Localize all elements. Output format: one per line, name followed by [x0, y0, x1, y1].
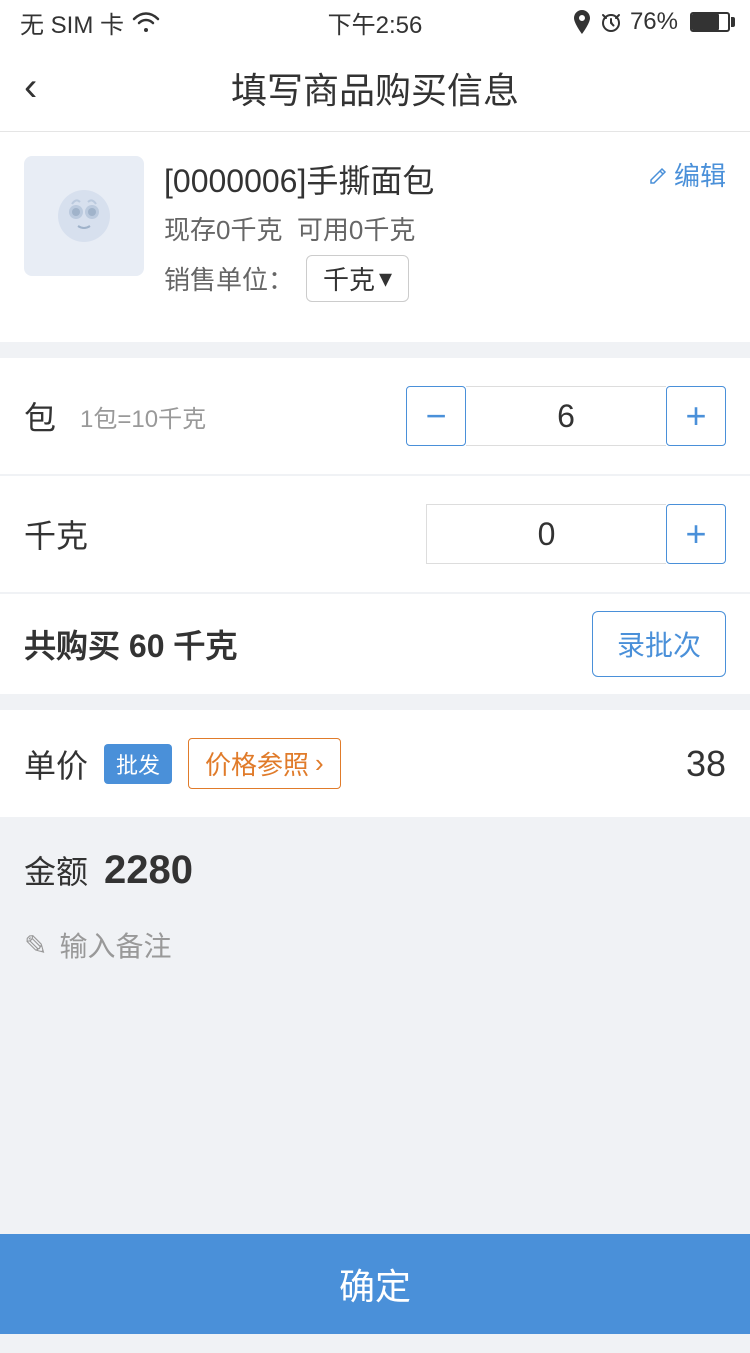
bao-label: 包 [24, 393, 56, 439]
chevron-down-icon: ▾ [379, 263, 392, 294]
summary-text: 共购买 60 千克 [24, 621, 237, 667]
product-name: [0000006]手撕面包 [164, 156, 726, 202]
status-time: 下午2:56 [328, 5, 423, 40]
price-label: 单价 [24, 741, 88, 787]
wifi-icon [132, 12, 160, 32]
product-image [24, 156, 144, 276]
product-logo [54, 186, 114, 246]
location-icon [572, 10, 592, 34]
status-bar-left: 无 SIM 卡 [20, 5, 160, 40]
page-title: 填写商品购买信息 [231, 62, 519, 114]
amount-value: 2280 [104, 848, 193, 893]
edit-button[interactable]: 编辑 [648, 156, 726, 193]
bao-controls: − + [406, 386, 726, 446]
confirm-bar: 确定 [0, 1234, 750, 1334]
batch-button[interactable]: 录批次 [592, 611, 726, 677]
bao-minus-button[interactable]: − [406, 386, 466, 446]
product-info: [0000006]手撕面包 现存0千克 可用0千克 销售单位： 千克 ▾ [164, 156, 726, 302]
price-section: 单价 批发 价格参照 › 38 [0, 710, 750, 817]
product-section: [0000006]手撕面包 现存0千克 可用0千克 销售单位： 千克 ▾ [0, 132, 750, 342]
nav-bar: ‹ 填写商品购买信息 [0, 44, 750, 132]
summary-section: 共购买 60 千克 录批次 [0, 594, 750, 694]
kg-label: 千克 [24, 511, 88, 557]
summary-value: 60 [129, 628, 165, 664]
confirm-button[interactable]: 确定 [0, 1234, 750, 1334]
unit-select[interactable]: 千克 ▾ [306, 255, 409, 302]
price-tag: 批发 [104, 744, 172, 784]
amount-label: 金额 [24, 847, 88, 893]
spacer [0, 993, 750, 1253]
edit-icon [648, 164, 670, 186]
kg-section: 千克 + [0, 476, 750, 592]
price-ref-button[interactable]: 价格参照 › [188, 738, 341, 789]
remark-row[interactable]: ✎ 输入备注 [24, 909, 726, 993]
carrier-text: 无 SIM 卡 [20, 5, 124, 40]
battery-icon [690, 12, 730, 32]
arrow-icon: › [315, 748, 324, 779]
status-bar: 无 SIM 卡 下午2:56 76% [0, 0, 750, 44]
bao-sublabel: 1包=10千克 [80, 399, 206, 434]
remark-placeholder: 输入备注 [59, 925, 171, 965]
bao-input[interactable] [466, 386, 666, 446]
kg-input[interactable] [426, 504, 666, 564]
kg-plus-button[interactable]: + [666, 504, 726, 564]
amount-section: 金额 2280 ✎ 输入备注 [0, 819, 750, 993]
status-bar-right: 76% [572, 8, 730, 36]
product-stock: 现存0千克 可用0千克 [164, 210, 726, 247]
battery-percent: 76% [630, 8, 678, 36]
bao-plus-button[interactable]: + [666, 386, 726, 446]
kg-controls: + [426, 504, 726, 564]
alarm-icon [600, 11, 622, 33]
back-button[interactable]: ‹ [24, 65, 37, 110]
product-unit-row: 销售单位： 千克 ▾ [164, 255, 726, 302]
pencil-icon: ✎ [24, 929, 47, 962]
bao-section: 包 1包=10千克 − + [0, 358, 750, 474]
price-value: 38 [686, 743, 726, 785]
